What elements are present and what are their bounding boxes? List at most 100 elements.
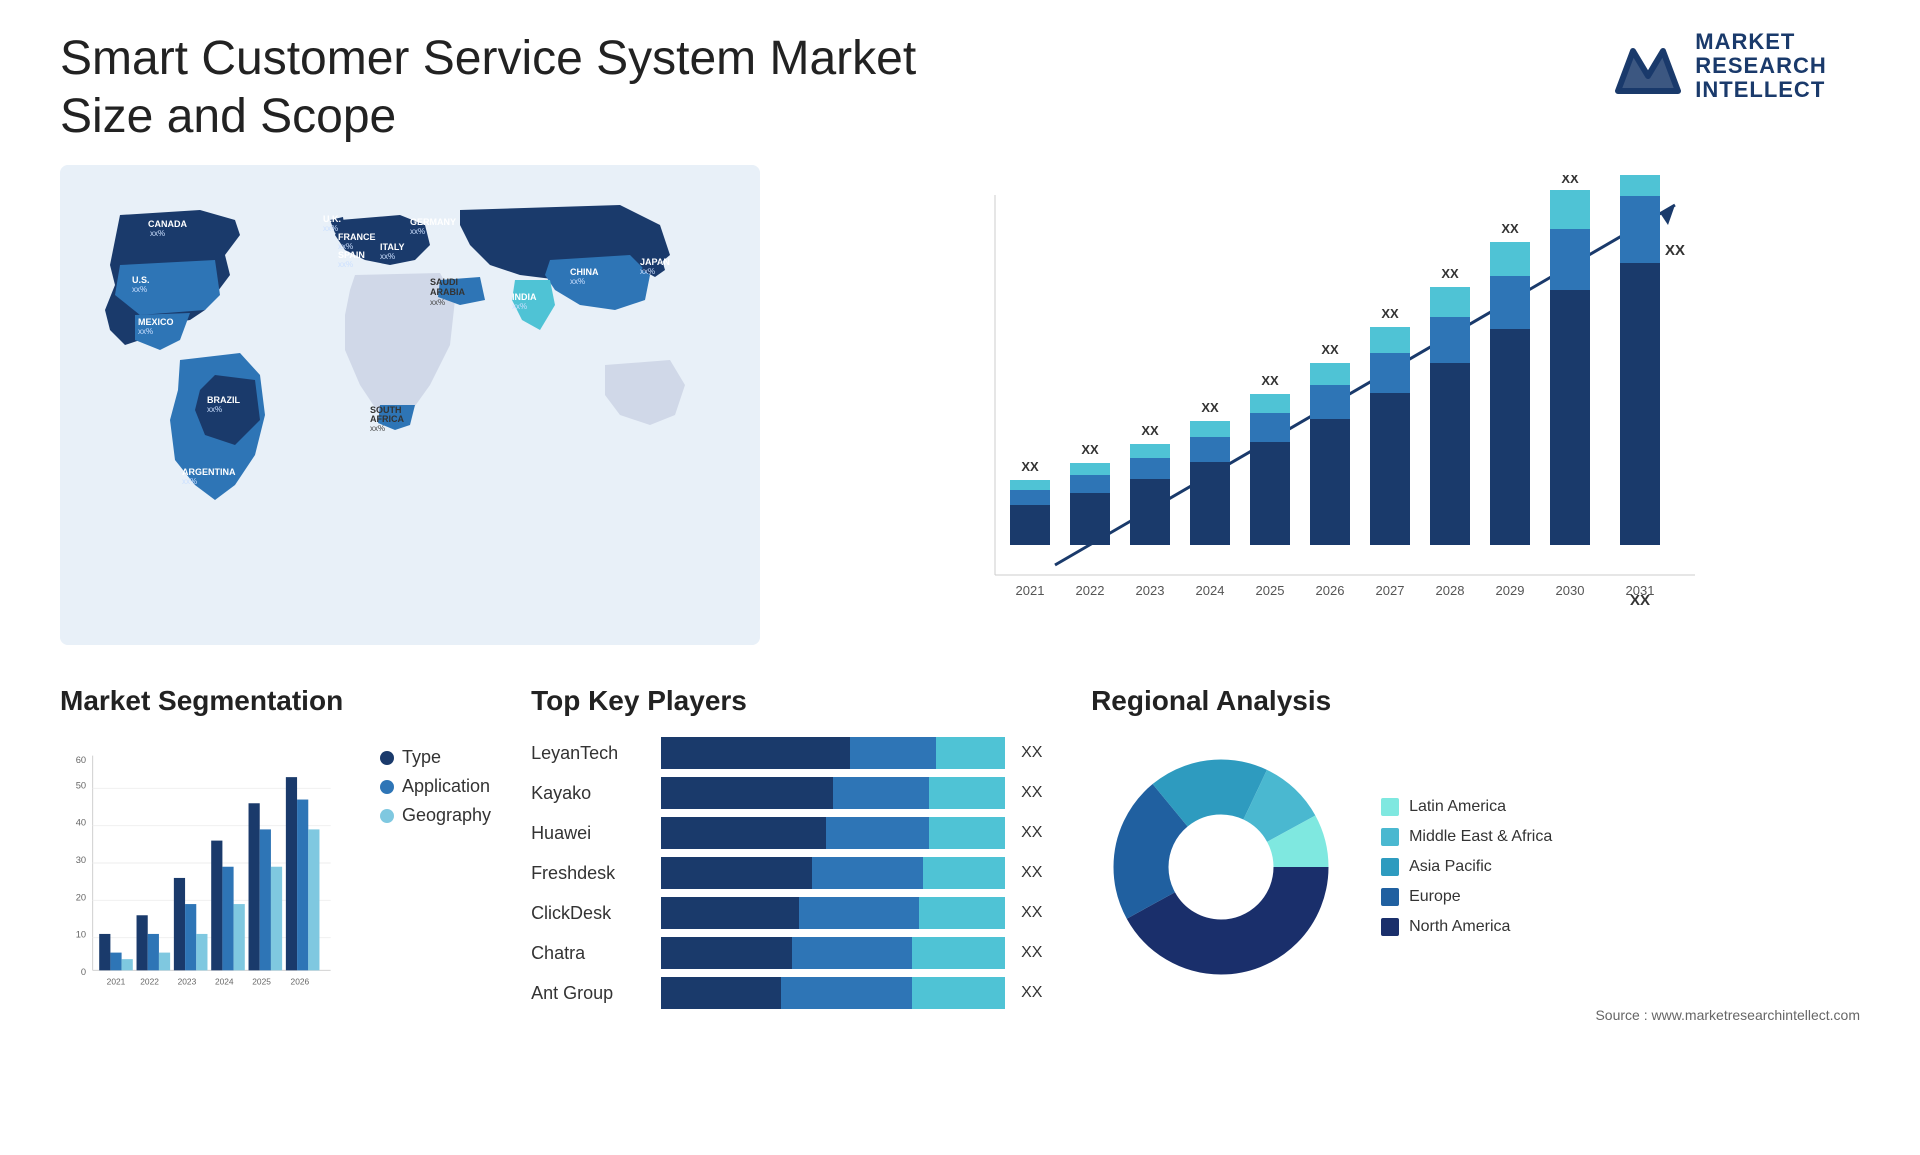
svg-text:XX: XX (1381, 306, 1399, 321)
china-value: xx% (570, 277, 585, 286)
brazil-value: xx% (207, 405, 222, 414)
argentina-label: ARGENTINA (182, 467, 236, 477)
source-text: Source : www.marketresearchintellect.com (1091, 1007, 1860, 1023)
segmentation-legend: Type Application Geography (350, 747, 491, 826)
spain-value: xx% (338, 260, 353, 269)
us-value: xx% (132, 285, 147, 294)
japan-label: JAPAN (640, 257, 670, 267)
brazil-label: BRAZIL (207, 395, 240, 405)
svg-text:2031: 2031 (1626, 583, 1655, 598)
france-label: FRANCE (338, 232, 376, 242)
svg-text:2026: 2026 (291, 977, 310, 987)
page-container: Smart Customer Service System Market Siz… (0, 0, 1920, 1155)
svg-text:2021: 2021 (107, 977, 126, 987)
segmentation-title: Market Segmentation (60, 685, 491, 717)
top-section: CANADA xx% U.S. xx% MEXICO xx% BRAZIL xx… (60, 165, 1860, 645)
svg-text:2024: 2024 (1196, 583, 1225, 598)
regional-legend: Latin America Middle East & Africa Asia … (1381, 798, 1552, 936)
svg-text:2028: 2028 (1436, 583, 1465, 598)
canada-value: xx% (150, 229, 165, 238)
south-africa-value: xx% (370, 424, 385, 433)
svg-text:XX: XX (1321, 342, 1339, 357)
header: Smart Customer Service System Market Siz… (60, 30, 1860, 145)
key-players-title: Top Key Players (531, 685, 1051, 717)
player-row-leyantech: LeyanTech XX (531, 737, 1051, 769)
uk-label: U.K. (323, 214, 341, 224)
mexico-value: xx% (138, 327, 153, 336)
legend-asia-pacific: Asia Pacific (1381, 858, 1552, 876)
legend-application: Application (380, 776, 491, 797)
svg-text:XX: XX (1561, 175, 1579, 186)
player-row-antgroup: Ant Group XX (531, 977, 1051, 1009)
regional-title: Regional Analysis (1091, 685, 1860, 717)
svg-text:20: 20 (76, 893, 86, 903)
legend-middle-east-africa: Middle East & Africa (1381, 828, 1552, 846)
logo-container: MARKET RESEARCH INTELLECT (1580, 30, 1860, 103)
bottom-section: Market Segmentation 0 10 20 30 40 50 60 (60, 685, 1860, 1125)
svg-text:2029: 2029 (1496, 583, 1525, 598)
svg-text:60: 60 (76, 755, 86, 765)
india-value: xx% (512, 302, 527, 311)
germany-value: xx% (410, 227, 425, 236)
mexico-label: MEXICO (138, 317, 174, 327)
svg-text:2024: 2024 (215, 977, 234, 987)
us-shape (115, 260, 220, 315)
svg-text:2021: 2021 (1016, 583, 1045, 598)
svg-text:2023: 2023 (178, 977, 197, 987)
svg-text:XX: XX (1441, 266, 1459, 281)
svg-text:XX: XX (1081, 442, 1099, 457)
saudi-label: SAUDI (430, 277, 458, 287)
saudi-value: xx% (430, 298, 445, 307)
svg-text:30: 30 (76, 855, 86, 865)
svg-text:10: 10 (76, 930, 86, 940)
svg-text:2022: 2022 (1076, 583, 1105, 598)
germany-label: GERMANY (410, 217, 456, 227)
player-list: LeyanTech XX Kayako (531, 737, 1051, 1009)
canada-label: CANADA (148, 219, 187, 229)
svg-text:XX: XX (1665, 242, 1685, 259)
key-players-section: Top Key Players LeyanTech XX Kayak (531, 685, 1051, 1125)
legend-geography-dot (380, 809, 394, 823)
segmentation-section: Market Segmentation 0 10 20 30 40 50 60 (60, 685, 491, 1125)
player-row-clickdesk: ClickDesk XX (531, 897, 1051, 929)
world-map-container: CANADA xx% U.S. xx% MEXICO xx% BRAZIL xx… (60, 165, 760, 645)
svg-text:XX: XX (1021, 459, 1039, 474)
svg-text:40: 40 (76, 818, 86, 828)
legend-application-dot (380, 780, 394, 794)
south-africa-label2: AFRICA (370, 414, 404, 424)
player-row-chatra: Chatra XX (531, 937, 1051, 969)
legend-geography: Geography (380, 805, 491, 826)
svg-text:XX: XX (1141, 423, 1159, 438)
svg-text:2025: 2025 (252, 977, 271, 987)
logo-box: MARKET RESEARCH INTELLECT (1613, 30, 1826, 103)
us-label: U.S. (132, 275, 150, 285)
growth-chart-container: XX 2021 XX 2022 XX 2023 XX 2024 (800, 165, 1860, 645)
india-label: INDIA (512, 292, 537, 302)
legend-type-dot (380, 751, 394, 765)
regional-section: Regional Analysis (1091, 685, 1860, 1125)
brand-logo-icon (1613, 31, 1683, 101)
regional-chart-area: Latin America Middle East & Africa Asia … (1091, 737, 1860, 997)
svg-text:50: 50 (76, 781, 86, 791)
china-label: CHINA (570, 267, 599, 277)
regional-donut-svg (1091, 737, 1351, 997)
uk-value: xx% (323, 224, 338, 233)
legend-type: Type (380, 747, 491, 768)
japan-value: xx% (640, 267, 655, 276)
page-title: Smart Customer Service System Market Siz… (60, 30, 960, 145)
logo-text: MARKET RESEARCH INTELLECT (1695, 30, 1826, 103)
spain-label: SPAIN (338, 250, 365, 260)
growth-chart-svg: XX 2021 XX 2022 XX 2023 XX 2024 (820, 175, 1840, 635)
segmentation-bar-chart: 0 10 20 30 40 50 60 (60, 737, 340, 1017)
italy-value: xx% (380, 252, 395, 261)
svg-text:0: 0 (81, 967, 86, 977)
player-row-freshdesk: Freshdesk XX (531, 857, 1051, 889)
svg-text:2022: 2022 (140, 977, 159, 987)
svg-text:2023: 2023 (1136, 583, 1165, 598)
saudi-label2: ARABIA (430, 287, 465, 297)
svg-text:XX: XX (1201, 400, 1219, 415)
svg-text:2025: 2025 (1256, 583, 1285, 598)
italy-label: ITALY (380, 242, 405, 252)
legend-north-america: North America (1381, 918, 1552, 936)
argentina-value: xx% (182, 477, 197, 486)
